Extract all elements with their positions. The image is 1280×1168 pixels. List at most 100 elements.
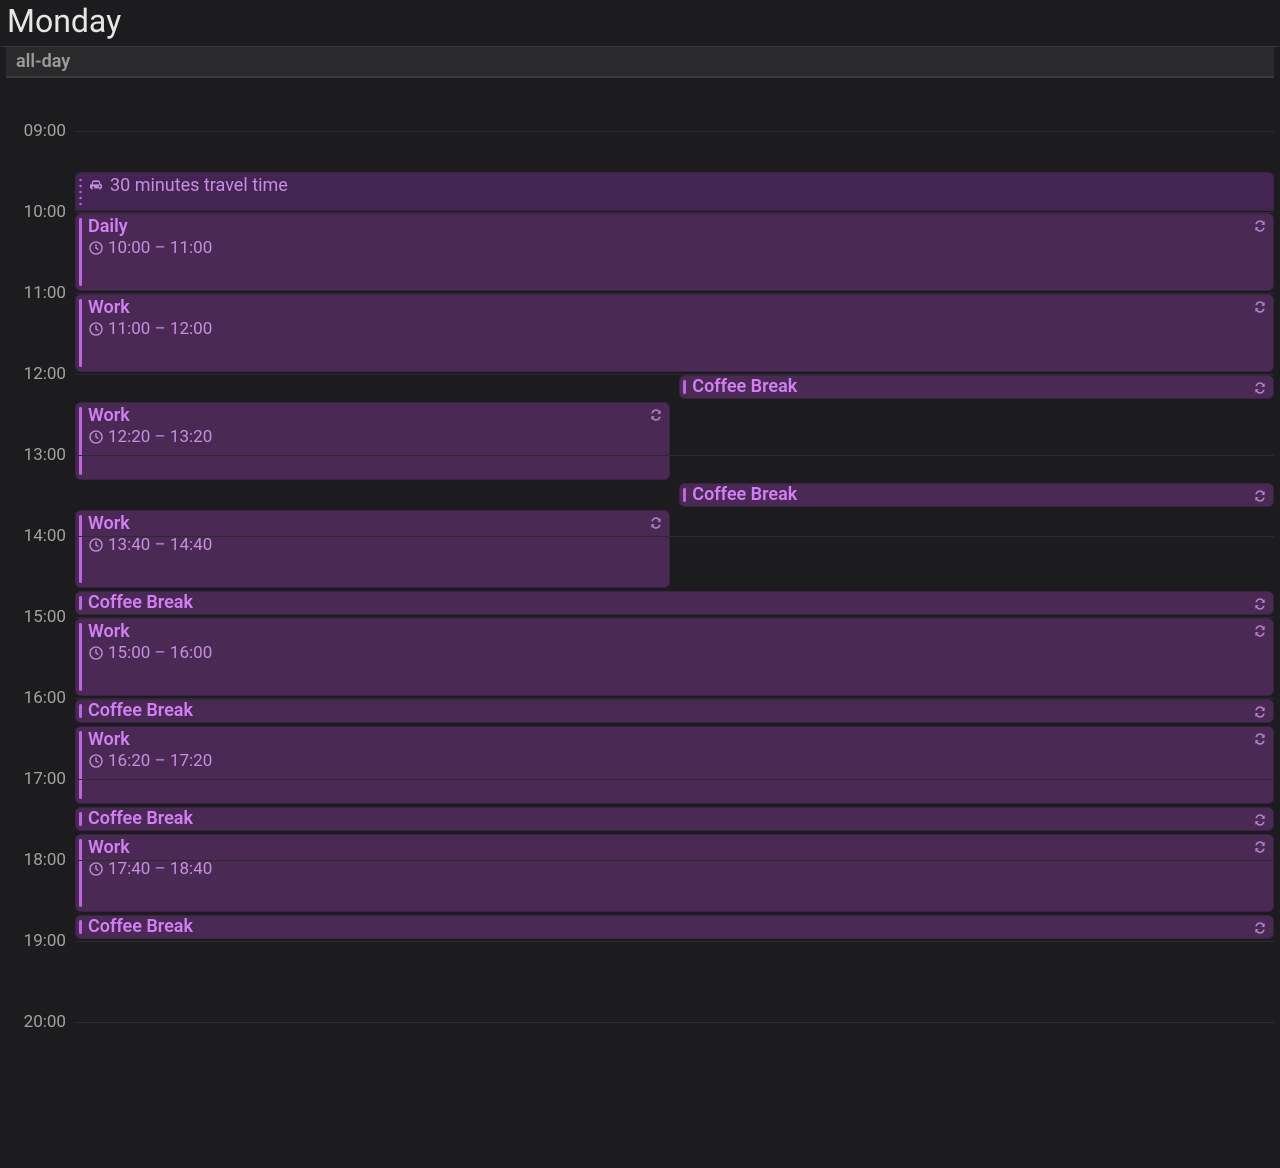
event-title: Work: [88, 297, 1265, 319]
time-label: 10:00: [0, 202, 66, 222]
grid-line: [75, 374, 1274, 375]
calendar-event[interactable]: Work13:40 – 14:40: [75, 510, 670, 588]
timeline[interactable]: 09:00 10:00 11:00 12:00 13:00 14:00 15:00 16:00…: [0, 78, 1274, 1062]
event-time: 16:20 – 17:20: [108, 751, 212, 771]
clock-icon: [88, 240, 104, 256]
event-title: Work: [88, 729, 1265, 751]
recurring-icon: [1253, 381, 1267, 395]
calendar-event[interactable]: Coffee Break: [75, 699, 1274, 723]
time-label: 15:00: [0, 607, 66, 627]
recurring-icon: [649, 408, 663, 422]
event-time-row: 13:40 – 14:40: [88, 535, 661, 555]
event-accent-bar: [79, 407, 82, 475]
time-label: 17:00: [0, 769, 66, 789]
event-time: 12:20 – 13:20: [108, 427, 212, 447]
recurring-icon: [1253, 219, 1267, 233]
clock-icon: [88, 321, 104, 337]
event-accent-bar: [79, 623, 82, 691]
calendar-event[interactable]: Coffee Break: [679, 483, 1274, 507]
grid-line: [75, 941, 1274, 942]
calendar-event[interactable]: Coffee Break: [679, 375, 1274, 399]
event-title: Work: [88, 513, 661, 535]
recurring-icon: [1253, 813, 1267, 827]
event-time-row: 11:00 – 12:00: [88, 319, 1265, 339]
clock-icon: [88, 753, 104, 769]
event-time: 13:40 – 14:40: [108, 535, 212, 555]
event-accent-bar: [79, 731, 82, 799]
event-time: 11:00 – 12:00: [108, 319, 212, 339]
time-label: 11:00: [0, 283, 66, 303]
event-title: Coffee Break: [88, 702, 1265, 720]
time-label: 09:00: [0, 121, 66, 141]
event-time-row: 17:40 – 18:40: [88, 859, 1265, 879]
event-time-row: 12:20 – 13:20: [88, 427, 661, 447]
calendar-event[interactable]: Work11:00 – 12:00: [75, 294, 1274, 372]
grid-line: [75, 698, 1274, 699]
time-gutter: 09:00 10:00 11:00 12:00 13:00 14:00 15:00 16:00…: [0, 78, 75, 1062]
calendar-event[interactable]: Work16:20 – 17:20: [75, 726, 1274, 804]
recurring-icon: [1253, 921, 1267, 935]
day-title: Monday: [7, 2, 121, 40]
event-title: Work: [88, 621, 1265, 643]
events-layer: 30 minutes travel time Daily10:00 – 11:00…: [75, 78, 1274, 1062]
calendar-event[interactable]: Work12:20 – 13:20: [75, 402, 670, 480]
grid-line: [75, 293, 1274, 294]
travel-time-block[interactable]: 30 minutes travel time: [75, 172, 1274, 212]
calendar-event[interactable]: Daily10:00 – 11:00: [75, 213, 1274, 291]
grid-line: [75, 860, 1274, 861]
event-accent-bar: [79, 596, 82, 610]
car-icon: [88, 177, 104, 193]
time-label: 16:00: [0, 688, 66, 708]
event-title: Coffee Break: [692, 486, 1265, 504]
calendar-event[interactable]: Coffee Break: [75, 591, 1274, 615]
recurring-icon: [1253, 840, 1267, 854]
time-label: 12:00: [0, 364, 66, 384]
event-time: 17:40 – 18:40: [108, 859, 212, 879]
event-time-row: 15:00 – 16:00: [88, 643, 1265, 663]
time-label: 14:00: [0, 526, 66, 546]
event-accent-bar: [79, 920, 82, 934]
grid-line: [75, 1022, 1274, 1023]
travel-row: 30 minutes travel time: [88, 175, 1265, 196]
time-label: 13:00: [0, 445, 66, 465]
grid-line: [75, 617, 1274, 618]
calendar-event[interactable]: Work15:00 – 16:00: [75, 618, 1274, 696]
travel-label: 30 minutes travel time: [110, 175, 288, 196]
grid-line: [75, 212, 1274, 213]
event-title: Coffee Break: [88, 918, 1265, 936]
event-title: Work: [88, 837, 1265, 859]
time-label: 18:00: [0, 850, 66, 870]
calendar-event[interactable]: Coffee Break: [75, 915, 1274, 939]
recurring-icon: [1253, 705, 1267, 719]
time-label: 20:00: [0, 1012, 66, 1032]
event-accent-bar: [683, 380, 686, 394]
event-accent-bar: [79, 218, 82, 286]
time-label: 19:00: [0, 931, 66, 951]
event-time-row: 10:00 – 11:00: [88, 238, 1265, 258]
event-accent-bar: [79, 839, 82, 907]
event-accent-bar: [79, 299, 82, 367]
event-time: 10:00 – 11:00: [108, 238, 212, 258]
event-accent-bar: [683, 488, 686, 502]
recurring-icon: [649, 516, 663, 530]
clock-icon: [88, 429, 104, 445]
clock-icon: [88, 861, 104, 877]
clock-icon: [88, 645, 104, 661]
all-day-label: all-day: [16, 51, 70, 72]
all-day-row[interactable]: all-day: [6, 47, 1274, 78]
grid-line: [75, 536, 1274, 537]
travel-accent-dots: [79, 177, 82, 207]
clock-icon: [88, 537, 104, 553]
calendar-event[interactable]: Work17:40 – 18:40: [75, 834, 1274, 912]
grid-line: [75, 131, 1274, 132]
grid-line: [75, 455, 1274, 456]
recurring-icon: [1253, 300, 1267, 314]
recurring-icon: [1253, 489, 1267, 503]
recurring-icon: [1253, 597, 1267, 611]
calendar-event[interactable]: Coffee Break: [75, 807, 1274, 831]
event-accent-bar: [79, 515, 82, 583]
event-time: 15:00 – 16:00: [108, 643, 212, 663]
event-accent-bar: [79, 812, 82, 826]
grid-line: [75, 779, 1274, 780]
event-title: Coffee Break: [88, 810, 1265, 828]
